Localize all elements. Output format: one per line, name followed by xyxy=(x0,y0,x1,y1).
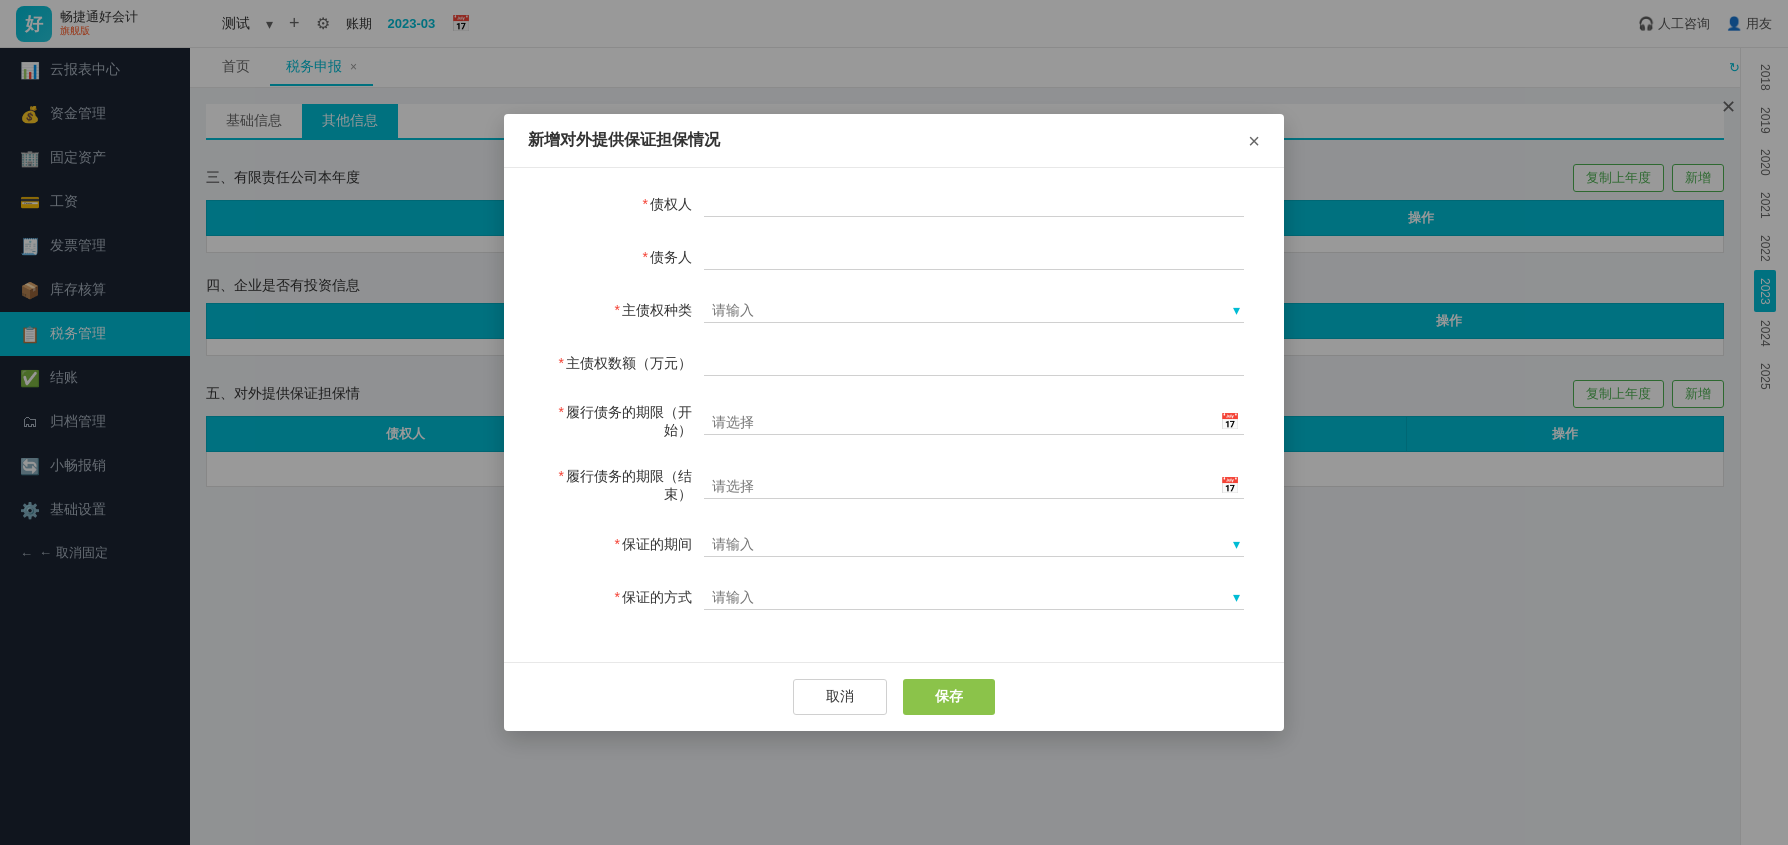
guarantee-period-select[interactable]: ▾ xyxy=(704,532,1244,557)
modal-dialog: 新增对外提供保证担保情况 × *债权人 *债务人 *主债权种类 xyxy=(504,114,1284,731)
guarantee-period-arrow: ▾ xyxy=(1233,536,1244,552)
main-creditor-type-input[interactable] xyxy=(704,298,1233,322)
modal-body: *债权人 *债务人 *主债权种类 ▾ xyxy=(504,168,1284,662)
save-button[interactable]: 保存 xyxy=(903,679,995,715)
main-creditor-type-select[interactable]: ▾ xyxy=(704,298,1244,323)
form-label-creditor: *债权人 xyxy=(544,196,704,214)
debtor-input[interactable] xyxy=(704,245,1244,270)
debt-period-start-input[interactable] xyxy=(704,410,1220,434)
form-label-main-creditor-amount: *主债权数额（万元） xyxy=(544,355,704,373)
form-row-main-creditor-amount: *主债权数额（万元） xyxy=(544,351,1244,376)
form-row-debtor: *债务人 xyxy=(544,245,1244,270)
form-label-guarantee-method: *保证的方式 xyxy=(544,589,704,607)
form-row-debt-period-end: *履行债务的期限（结束） 📅 xyxy=(544,468,1244,504)
form-row-guarantee-period: *保证的期间 ▾ xyxy=(544,532,1244,557)
calendar-start-icon[interactable]: 📅 xyxy=(1220,412,1244,431)
modal-footer: 取消 保存 xyxy=(504,662,1284,731)
guarantee-period-input[interactable] xyxy=(704,532,1233,556)
form-label-debtor: *债务人 xyxy=(544,249,704,267)
form-label-debt-period-start: *履行债务的期限（开始） xyxy=(544,404,704,440)
guarantee-method-select[interactable]: ▾ xyxy=(704,585,1244,610)
form-row-debt-period-start: *履行债务的期限（开始） 📅 xyxy=(544,404,1244,440)
debt-period-end-picker[interactable]: 📅 xyxy=(704,474,1244,499)
creditor-input[interactable] xyxy=(704,192,1244,217)
form-row-creditor: *债权人 xyxy=(544,192,1244,217)
form-label-guarantee-period: *保证的期间 xyxy=(544,536,704,554)
guarantee-method-arrow: ▾ xyxy=(1233,589,1244,605)
debt-period-start-picker[interactable]: 📅 xyxy=(704,410,1244,435)
modal-title: 新增对外提供保证担保情况 xyxy=(528,130,720,151)
modal-overlay: 新增对外提供保证担保情况 × *债权人 *债务人 *主债权种类 xyxy=(0,0,1788,845)
modal-close-button[interactable]: × xyxy=(1248,131,1260,151)
main-creditor-amount-input[interactable] xyxy=(704,351,1244,376)
form-label-main-creditor-type: *主债权种类 xyxy=(544,302,704,320)
cancel-button[interactable]: 取消 xyxy=(793,679,887,715)
guarantee-method-input[interactable] xyxy=(704,585,1233,609)
modal-header: 新增对外提供保证担保情况 × xyxy=(504,114,1284,168)
main-creditor-type-arrow: ▾ xyxy=(1233,302,1244,318)
form-row-main-creditor-type: *主债权种类 ▾ xyxy=(544,298,1244,323)
debt-period-end-input[interactable] xyxy=(704,474,1220,498)
calendar-end-icon[interactable]: 📅 xyxy=(1220,476,1244,495)
form-row-guarantee-method: *保证的方式 ▾ xyxy=(544,585,1244,610)
form-label-debt-period-end: *履行债务的期限（结束） xyxy=(544,468,704,504)
